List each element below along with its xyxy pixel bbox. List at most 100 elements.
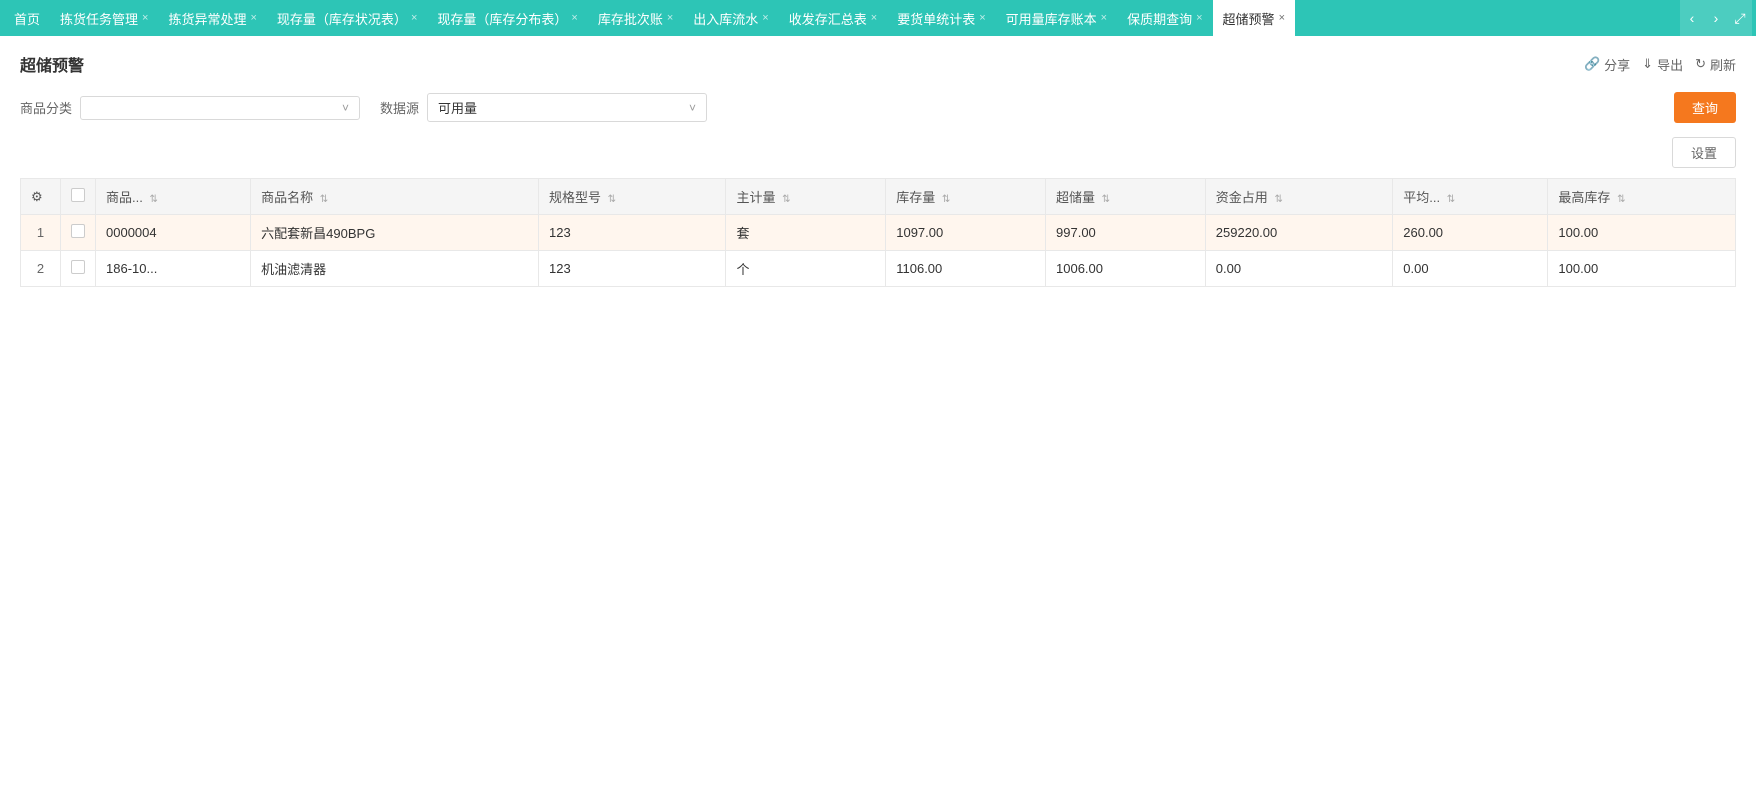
nav-item-label: 现存量（库存分布表） (437, 9, 567, 28)
category-label: 商品分类 (20, 98, 72, 117)
row-index: 2 (21, 251, 61, 287)
nav-item-label: 首页 (14, 9, 40, 28)
col-product-code[interactable]: 商品... ⇅ (96, 179, 251, 215)
row-checkbox[interactable] (71, 260, 85, 274)
col-spec[interactable]: 规格型号 ⇅ (538, 179, 725, 215)
nav-close-icon[interactable]: × (762, 12, 768, 24)
nav-item---[interactable]: 首页 (4, 0, 50, 36)
row-checkbox[interactable] (71, 224, 85, 238)
col-avg[interactable]: 平均... ⇅ (1393, 179, 1548, 215)
nav-close-icon[interactable]: × (250, 12, 256, 24)
datasource-select[interactable]: 可用量 ˅ (427, 93, 707, 122)
col-product-name[interactable]: 商品名称 ⇅ (251, 179, 539, 215)
nav-item-----------[interactable]: 现存量（库存分布表） × (427, 0, 587, 36)
sort-icon-6: ⇅ (1102, 194, 1110, 205)
nav-close-icon[interactable]: × (142, 12, 148, 24)
nav-item-----[interactable]: 超储预警 × (1213, 0, 1295, 36)
cell-unit: 个 (726, 251, 886, 287)
cell-spec: 123 (538, 215, 725, 251)
query-button[interactable]: 查询 (1674, 92, 1736, 123)
nav-arrows: ‹ › ⤢ (1680, 0, 1752, 36)
nav-item-------[interactable]: 收发存汇总表 × (779, 0, 887, 36)
nav-close-icon[interactable]: × (979, 12, 985, 24)
nav-item-label: 拣货异常处理 (168, 9, 246, 28)
cell-max-stock: 100.00 (1548, 251, 1736, 287)
nav-item-label: 收发存汇总表 (789, 9, 867, 28)
nav-prev-button[interactable]: ‹ (1680, 0, 1704, 36)
col-stock[interactable]: 库存量 ⇅ (886, 179, 1046, 215)
datasource-filter-group: 数据源 可用量 ˅ (380, 93, 707, 122)
nav-close-icon[interactable]: × (571, 12, 577, 24)
col-unit[interactable]: 主计量 ⇅ (726, 179, 886, 215)
nav-item-label: 库存批次账 (598, 9, 663, 28)
export-icon: ⇓ (1642, 56, 1653, 72)
refresh-button[interactable]: ↻ 刷新 (1695, 55, 1736, 74)
sort-icon-3: ⇅ (608, 194, 616, 205)
nav-item--------[interactable]: 可用量库存账本× (996, 0, 1117, 36)
page-header: 超储预警 🔗 分享 ⇓ 导出 ↻ 刷新 (20, 52, 1736, 76)
sort-icon-5: ⇅ (942, 194, 950, 205)
share-button[interactable]: 🔗 分享 (1584, 55, 1630, 74)
nav-close-icon[interactable]: × (667, 12, 673, 24)
col-max-stock[interactable]: 最高库存 ⇅ (1548, 179, 1736, 215)
sort-icon-2: ⇅ (320, 194, 328, 205)
cell-avg: 260.00 (1393, 215, 1548, 251)
category-filter-group: 商品分类 ˅ (20, 96, 360, 120)
cell-unit: 套 (726, 215, 886, 251)
header-checkbox[interactable] (71, 188, 85, 202)
cell-over-stock: 997.00 (1046, 215, 1206, 251)
col-over-stock[interactable]: 超储量 ⇅ (1046, 179, 1206, 215)
nav-item-------[interactable]: 要货单统计表 × (887, 0, 995, 36)
nav-close-icon[interactable]: × (1279, 12, 1285, 24)
nav-item-----------[interactable]: 现存量（库存状况表） × (267, 0, 427, 36)
category-select[interactable]: ˅ (80, 96, 360, 120)
nav-next-button[interactable]: › (1704, 0, 1728, 36)
cell-over-stock: 1006.00 (1046, 251, 1206, 287)
cell-product-name: 机油滤清器 (251, 251, 539, 287)
nav-item-label: 现存量（库存状况表） (277, 9, 407, 28)
sort-icon: ⇅ (149, 194, 157, 205)
nav-item-label: 保质期查询 (1127, 9, 1192, 28)
nav-item-label: 要货单统计表 (897, 9, 975, 28)
sort-icon-4: ⇅ (782, 194, 790, 205)
table-gear-header[interactable]: ⚙ (21, 179, 61, 215)
export-button[interactable]: ⇓ 导出 (1642, 55, 1683, 74)
col-capital[interactable]: 资金占用 ⇅ (1205, 179, 1392, 215)
nav-item-------[interactable]: 拣货任务管理× (50, 0, 158, 36)
nav-close-icon[interactable]: × (411, 12, 417, 24)
cell-stock: 1097.00 (886, 215, 1046, 251)
gear-icon: ⚙ (31, 189, 43, 204)
table-body: 10000004六配套新昌490BPG123套1097.00997.002592… (21, 215, 1736, 287)
nav-item------[interactable]: 库存批次账 × (588, 0, 683, 36)
table-checkbox-header[interactable] (61, 179, 96, 215)
header-actions: 🔗 分享 ⇓ 导出 ↻ 刷新 (1584, 55, 1736, 74)
table-row: 10000004六配套新昌490BPG123套1097.00997.002592… (21, 215, 1736, 251)
cell-spec: 123 (538, 251, 725, 287)
settings-button[interactable]: 设置 (1672, 137, 1736, 168)
cell-product-name: 六配套新昌490BPG (251, 215, 539, 251)
sort-icon-8: ⇅ (1447, 194, 1455, 205)
main-content: 超储预警 🔗 分享 ⇓ 导出 ↻ 刷新 商品分类 ˅ 数据源 (0, 36, 1756, 800)
nav-item------[interactable]: 保质期查询 × (1117, 0, 1212, 36)
nav-close-icon[interactable]: × (871, 12, 877, 24)
cell-max-stock: 100.00 (1548, 215, 1736, 251)
datasource-value: 可用量 (438, 98, 477, 117)
cell-product-code: 186-10... (96, 251, 251, 287)
nav-item-label: 超储预警 (1223, 9, 1275, 28)
share-icon: 🔗 (1584, 56, 1600, 72)
nav-item------[interactable]: 出入库流水× (683, 0, 778, 36)
row-checkbox-cell (61, 215, 96, 251)
top-navigation: 首页拣货任务管理×拣货异常处理×现存量（库存状况表）×现存量（库存分布表）×库存… (0, 0, 1756, 36)
nav-close-icon[interactable]: × (1196, 12, 1202, 24)
filter-row: 商品分类 ˅ 数据源 可用量 ˅ 查询 (20, 92, 1736, 123)
cell-capital: 259220.00 (1205, 215, 1392, 251)
row-checkbox-cell (61, 251, 96, 287)
chevron-down-icon: ˅ (342, 101, 349, 115)
cell-avg: 0.00 (1393, 251, 1548, 287)
table-header: ⚙ 商品... ⇅ 商品名称 ⇅ 规格型号 ⇅ 主计量 (21, 179, 1736, 215)
refresh-icon: ↻ (1695, 56, 1706, 72)
filter-actions: 查询 (1674, 92, 1736, 123)
nav-item-------[interactable]: 拣货异常处理 × (158, 0, 266, 36)
nav-close-icon[interactable]: × (1101, 12, 1107, 24)
nav-expand-button[interactable]: ⤢ (1728, 0, 1752, 36)
